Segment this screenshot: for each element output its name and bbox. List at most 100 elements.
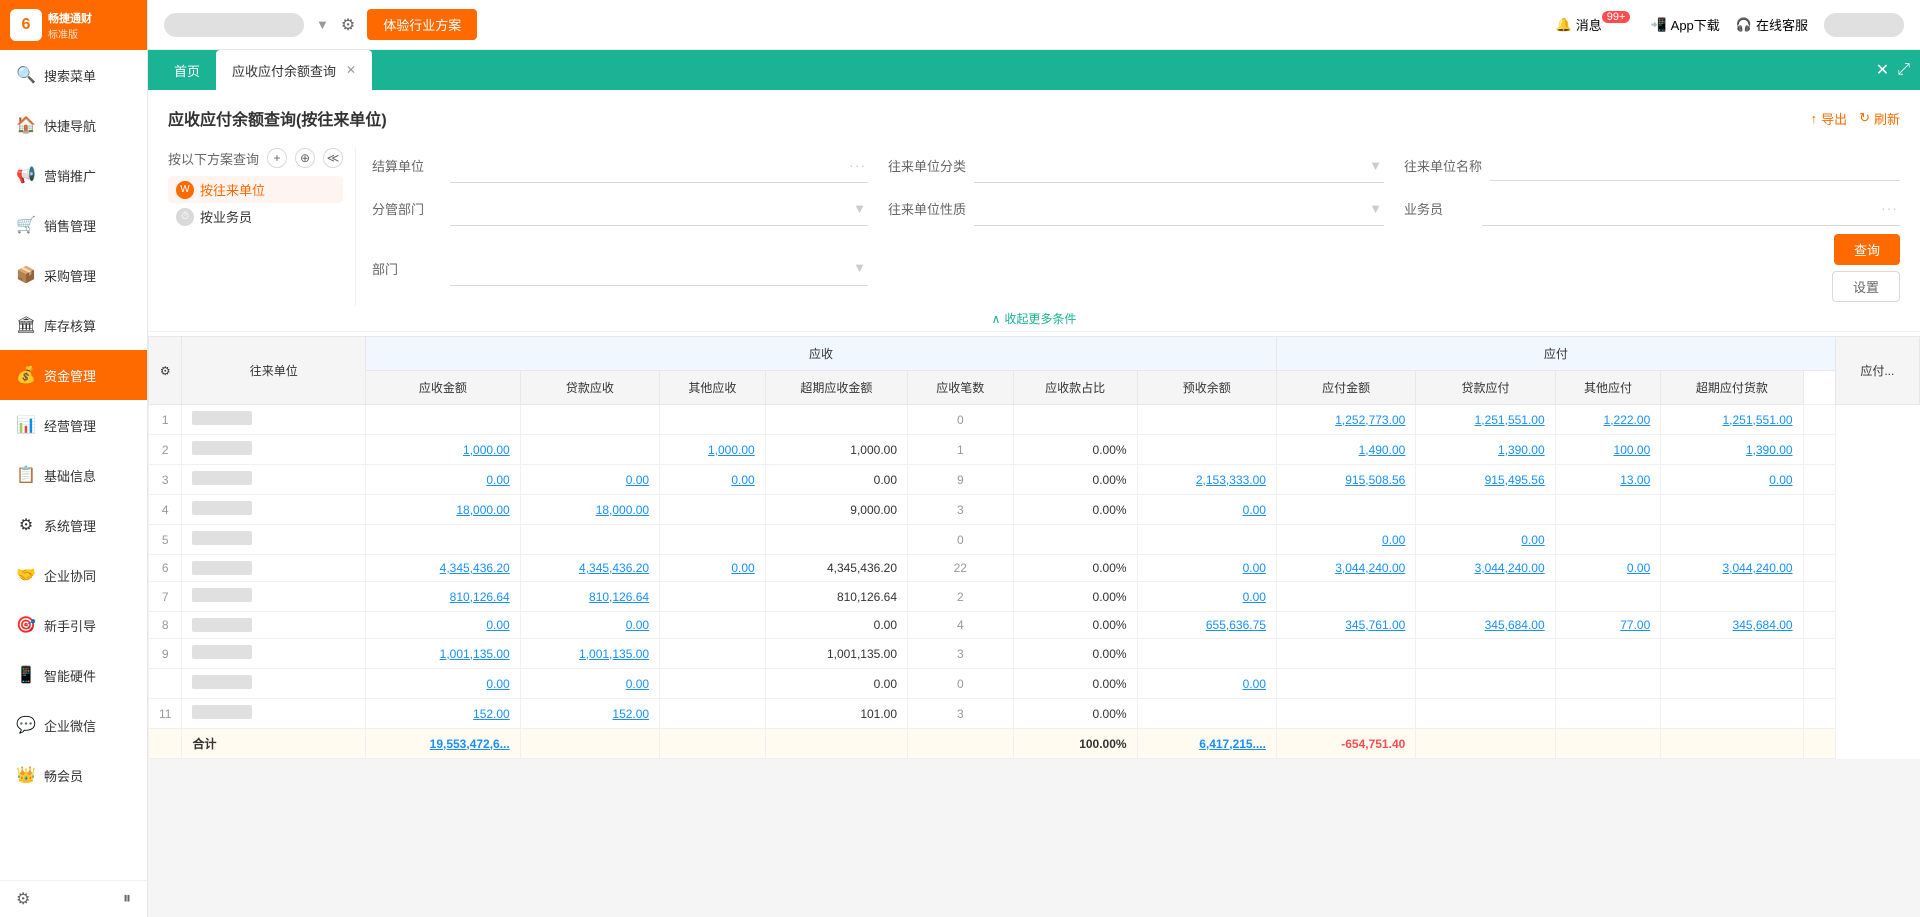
online-service-btn[interactable]: 🎧 在线客服 xyxy=(1736,15,1808,34)
sidebar-label-guide: 新手引导 xyxy=(44,616,96,635)
th-partner: 往来单位 xyxy=(182,337,366,405)
filter-row-1: 结算单位 ··· 往来单位分类 ▼ xyxy=(372,148,1900,183)
export-btn[interactable]: ↑ 导出 xyxy=(1811,109,1848,128)
footer-ar-overdue xyxy=(765,729,907,759)
collapse-text: 收起更多条件 xyxy=(1004,310,1076,327)
notification-btn[interactable]: 🔔 消息 99+ xyxy=(1556,15,1635,34)
scheme-by-salesperson[interactable]: ⏱ 按业务员 xyxy=(168,203,343,230)
basic-icon: 📋 xyxy=(16,465,36,485)
scheme-by-partner[interactable]: W 按往来单位 xyxy=(168,176,343,203)
footer-ar-count xyxy=(908,729,1014,759)
th-ar-credit: 贷款应收 xyxy=(520,371,659,405)
sidebar-item-collab[interactable]: 🤝 企业协同 xyxy=(0,550,147,600)
partner-name-input[interactable] xyxy=(1490,151,1900,181)
sidebar-label-marketing: 营销推广 xyxy=(44,166,96,185)
footer-ap-amount: -654,751.40 xyxy=(1276,729,1415,759)
tab-home[interactable]: 首页 xyxy=(158,50,216,90)
config-scheme-btn[interactable]: ⊕ xyxy=(295,148,315,168)
home-tab-label: 首页 xyxy=(174,61,200,80)
topbar-actions: 🔔 消息 99+ 📲 App下载 🎧 在线客服 xyxy=(1556,13,1904,37)
topbar-dropdown-icon[interactable]: ▼ xyxy=(316,17,329,32)
footer-ap-overdue xyxy=(1661,729,1803,759)
sidebar-label-system: 系统管理 xyxy=(44,516,96,535)
sidebar-item-basic[interactable]: 📋 基础信息 xyxy=(0,450,147,500)
sidebar-label-management: 经营管理 xyxy=(44,416,96,435)
tab-ar-query[interactable]: 应收应付余额查询 ✕ xyxy=(216,50,372,90)
topbar: ▼ ⚙ 体验行业方案 🔔 消息 99+ 📲 App下载 🎧 在线客服 xyxy=(148,0,1920,50)
partner-nature-input[interactable] xyxy=(976,193,1369,223)
sales-icon: 🛒 xyxy=(16,215,36,235)
sidebar-item-hardware[interactable]: 📱 智能硬件 xyxy=(0,650,147,700)
filter-label: 按以下方案查询 xyxy=(168,149,259,168)
sidebar-item-management[interactable]: 📊 经营管理 xyxy=(0,400,147,450)
footer-ar-advance[interactable]: 6,417,215.... xyxy=(1137,729,1276,759)
th-ar-ratio: 应收款占比 xyxy=(1013,371,1137,405)
sidebar-item-sales[interactable]: 🛒 销售管理 xyxy=(0,200,147,250)
sidebar-item-member[interactable]: 👑 畅会员 xyxy=(0,750,147,800)
dept-manager-input[interactable] xyxy=(452,193,853,223)
footer-ap-credit xyxy=(1416,729,1555,759)
dept-manager-label: 分管部门 xyxy=(372,199,442,218)
salesperson-dots-icon[interactable]: ··· xyxy=(1881,200,1898,216)
export-icon: ↑ xyxy=(1811,111,1818,126)
add-scheme-btn[interactable]: + xyxy=(267,148,287,168)
sidebar-item-system[interactable]: ⚙ 系统管理 xyxy=(0,500,147,550)
filter-partner-nature: 往来单位性质 ▼ xyxy=(888,191,1384,226)
partner-category-dropdown-icon[interactable]: ▼ xyxy=(1369,158,1382,173)
department-dropdown-icon[interactable]: ▼ xyxy=(853,260,866,275)
sidebar-item-marketing[interactable]: 📢 营销推广 xyxy=(0,150,147,200)
table-row: 0.000.000.0000.00%0.00 xyxy=(149,669,1920,699)
footer-ar-other xyxy=(660,729,766,759)
user-avatar[interactable] xyxy=(1824,13,1904,37)
sidebar-item-nav[interactable]: 🏠 快捷导航 xyxy=(0,100,147,150)
app-download-btn[interactable]: 📲 App下载 xyxy=(1650,15,1719,34)
settlement-dots-icon[interactable]: ··· xyxy=(849,157,866,173)
sidebar-item-guide[interactable]: 🎯 新手引导 xyxy=(0,600,147,650)
table-row: 6^4,345,436.204,345,436.200.004,345,436.… xyxy=(149,555,1920,582)
collapse-more-btn[interactable]: ∧ 收起更多条件 xyxy=(992,310,1077,327)
tab-expand-btn[interactable]: ⤢ xyxy=(1897,60,1910,80)
company-selector[interactable] xyxy=(164,13,304,37)
sidebar-item-inventory[interactable]: 🏛 库存核算 xyxy=(0,300,147,350)
settings-bottom-icon[interactable]: ⚙ xyxy=(16,889,30,909)
sidebar-item-finance[interactable]: 💰 资金管理 xyxy=(0,350,147,400)
table-footer-row: 合计 19,553,472,6... 100.00% 6,417,215....… xyxy=(149,729,1920,759)
salesperson-input[interactable] xyxy=(1484,193,1881,223)
settlement-input[interactable] xyxy=(452,150,849,180)
filter-salesperson: 业务员 ··· xyxy=(1404,191,1900,226)
refresh-btn[interactable]: ↻ 刷新 xyxy=(1859,109,1900,128)
main-area: ▼ ⚙ 体验行业方案 🔔 消息 99+ 📲 App下载 🎧 在线客服 首页 xyxy=(148,0,1920,917)
dept-manager-dropdown-icon[interactable]: ▼ xyxy=(853,201,866,216)
table-row: 1 01,252,773.001,251,551.001,222.001,251… xyxy=(149,405,1920,435)
collapse-scheme-btn[interactable]: ≪ xyxy=(323,148,343,168)
app-download-label: App下载 xyxy=(1671,15,1720,34)
department-input[interactable] xyxy=(452,253,853,283)
version-text: 标准版 xyxy=(48,26,92,41)
sidebar-item-purchase[interactable]: 📦 采购管理 xyxy=(0,250,147,300)
table-wrapper[interactable]: ⚙ 往来单位 应收 应付 应付... 应收金额 贷款应收 其他应收 xyxy=(148,336,1920,759)
online-service-label: 在线客服 xyxy=(1756,15,1808,34)
guide-icon: 🎯 xyxy=(16,615,36,635)
filter-settlement: 结算单位 ··· xyxy=(372,148,868,183)
th-ar-count: 应收笔数 xyxy=(908,371,1014,405)
sidebar-item-wechat[interactable]: 💬 企业微信 xyxy=(0,700,147,750)
settings-filter-btn[interactable]: 设置 xyxy=(1832,271,1900,302)
industry-btn[interactable]: 体验行业方案 xyxy=(367,9,477,40)
sidebar-item-search[interactable]: 🔍 搜索菜单 xyxy=(0,50,147,100)
settings-icon[interactable]: ⚙ xyxy=(341,15,355,35)
partner-category-input[interactable] xyxy=(976,150,1369,180)
partner-nature-dropdown-icon[interactable]: ▼ xyxy=(1369,201,1382,216)
query-btn[interactable]: 查询 xyxy=(1834,234,1900,265)
sidebar-label-wechat: 企业微信 xyxy=(44,716,96,735)
tab-close-window-btn[interactable]: ✕ xyxy=(1876,60,1889,80)
collapse-icon[interactable]: ⏸ xyxy=(123,890,131,908)
sidebar-label-member: 畅会员 xyxy=(44,766,83,785)
logo-text: 畅捷通财 xyxy=(48,10,92,26)
service-icon: 🎧 xyxy=(1736,17,1752,33)
footer-label: 合计 xyxy=(182,729,366,759)
table-gear-icon[interactable]: ⚙ xyxy=(160,364,171,378)
footer-ar-amount[interactable]: 19,553,472,6... xyxy=(366,729,521,759)
tab-close-icon[interactable]: ✕ xyxy=(346,63,356,77)
member-icon: 👑 xyxy=(16,765,36,785)
notification-badge: 99+ xyxy=(1602,11,1631,23)
